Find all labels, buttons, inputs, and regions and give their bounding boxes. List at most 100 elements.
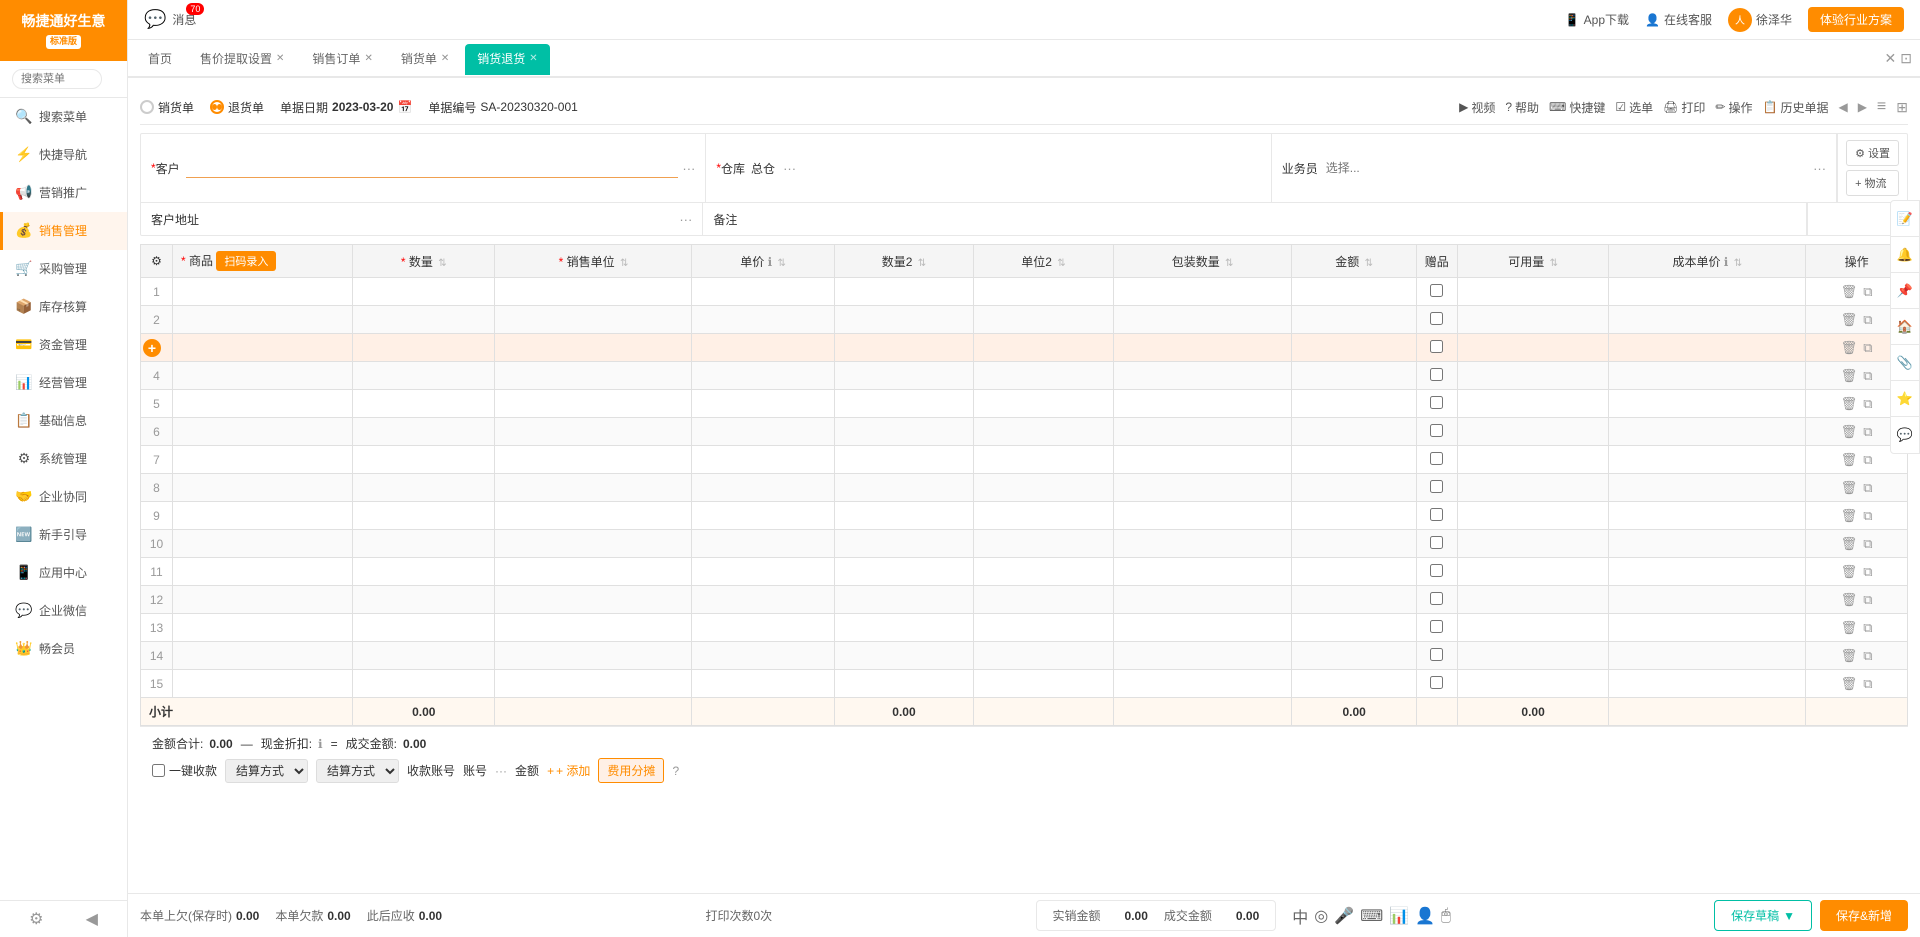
copy-row-btn[interactable]: ⧉ xyxy=(1863,424,1872,440)
qty2-cell[interactable] xyxy=(834,278,973,306)
delete-row-btn[interactable]: 🗑 xyxy=(1841,452,1858,468)
sidebar-item-sales[interactable]: 💰 销售管理 xyxy=(0,212,127,250)
warehouse-ellipsis-btn[interactable]: ··· xyxy=(783,161,796,176)
toolbar-help[interactable]: ? 帮助 xyxy=(1505,99,1539,116)
delete-row-btn[interactable]: 🗑 xyxy=(1841,564,1858,580)
delete-row-btn[interactable]: 🗑 xyxy=(1841,340,1858,356)
copy-row-btn[interactable]: ⧉ xyxy=(1863,312,1872,328)
sidebar-item-shortcut[interactable]: ⚡ 快捷导航 xyxy=(0,136,127,174)
delete-row-btn[interactable]: 🗑 xyxy=(1841,648,1858,664)
view-list-btn[interactable]: ≡ xyxy=(1877,98,1886,116)
settlement-method-select[interactable]: 结算方式 xyxy=(225,759,308,783)
experience-button[interactable]: 体验行业方案 xyxy=(1808,7,1904,32)
save-draft-btn[interactable]: 保存草稿 ▼ xyxy=(1714,900,1812,931)
sales-unit-cell[interactable] xyxy=(495,278,692,306)
radio-return-bill[interactable]: 退货单 xyxy=(210,99,264,116)
copy-row-btn[interactable]: ⧉ xyxy=(1863,648,1872,664)
tab-close-icon[interactable]: ✕ xyxy=(364,53,372,64)
delete-row-btn[interactable]: 🗑 xyxy=(1841,508,1858,524)
copy-row-btn[interactable]: ⧉ xyxy=(1863,620,1872,636)
delete-row-btn[interactable]: 🗑 xyxy=(1841,396,1858,412)
available-cell[interactable] xyxy=(1457,334,1609,362)
keyboard-icon[interactable]: ⌨ xyxy=(1360,906,1383,926)
tab-price-extract[interactable]: 售价提取设置 ✕ xyxy=(188,44,296,75)
available-cell[interactable] xyxy=(1457,306,1609,334)
delete-row-btn[interactable]: 🗑 xyxy=(1841,676,1858,692)
product-cell[interactable] xyxy=(173,306,353,334)
nav-next-btn[interactable]: ▶ xyxy=(1858,100,1867,114)
gift-cell[interactable] xyxy=(1416,306,1457,334)
unit2-cell[interactable] xyxy=(974,278,1113,306)
sidebar-item-marketing[interactable]: 📢 营销推广 xyxy=(0,174,127,212)
sidebar-item-wechat[interactable]: 💬 企业微信 xyxy=(0,592,127,630)
sidebar-item-apps[interactable]: 📱 应用中心 xyxy=(0,554,127,592)
sidebar-item-finance[interactable]: 💳 资金管理 xyxy=(0,326,127,364)
fee-info-icon[interactable]: ? xyxy=(672,764,679,778)
sidebar-item-guide[interactable]: 🆕 新手引导 xyxy=(0,516,127,554)
customer-ellipsis-btn[interactable]: ··· xyxy=(682,161,695,176)
nav-search-input[interactable] xyxy=(12,69,102,89)
amount-cell[interactable] xyxy=(1292,278,1416,306)
side-icon-pin[interactable]: 📌 xyxy=(1891,273,1919,309)
product-cell-active[interactable] xyxy=(173,334,353,362)
sales-unit-cell[interactable] xyxy=(495,334,692,362)
expand-tab-btn[interactable]: ⊡ xyxy=(1900,50,1912,67)
sidebar-collapse-btn[interactable]: ◀ xyxy=(86,909,98,929)
cursor-icon[interactable]: 🖱 xyxy=(1441,907,1451,925)
toolbar-video[interactable]: ▶ 视频 xyxy=(1459,99,1495,116)
pkg-qty-cell[interactable] xyxy=(1113,334,1292,362)
side-icon-star[interactable]: ⭐ xyxy=(1891,381,1919,417)
note-input[interactable] xyxy=(743,210,1796,228)
salesperson-input[interactable] xyxy=(1324,159,1809,177)
fee-split-btn[interactable]: 费用分摊 xyxy=(598,758,664,783)
tab-close-icon[interactable]: ✕ xyxy=(276,53,284,64)
copy-row-btn[interactable]: ⧉ xyxy=(1863,592,1872,608)
topbar-notification[interactable]: 💬 70 消息 xyxy=(144,9,196,30)
account-ellipsis[interactable]: ··· xyxy=(495,764,507,778)
amount-cell[interactable] xyxy=(1292,306,1416,334)
unit2-cell[interactable] xyxy=(974,306,1113,334)
sidebar-item-inventory[interactable]: 📦 库存核算 xyxy=(0,288,127,326)
nav-prev-btn[interactable]: ◀ xyxy=(1838,100,1847,114)
chart-icon[interactable]: 📊 xyxy=(1389,906,1409,926)
qty-cell[interactable] xyxy=(353,278,495,306)
app-download-item[interactable]: 📱 App下载 xyxy=(1565,11,1629,28)
view-grid-btn[interactable]: ⊞ xyxy=(1896,99,1908,116)
amount-cell[interactable] xyxy=(1292,334,1416,362)
tab-sales-return[interactable]: 销货退货 ✕ xyxy=(465,44,549,75)
copy-row-btn[interactable]: ⧉ xyxy=(1863,396,1872,412)
online-service-item[interactable]: 👤 在线客服 xyxy=(1645,11,1712,28)
input-method-icon[interactable]: 中 xyxy=(1292,904,1308,928)
side-icon-attach[interactable]: 📎 xyxy=(1891,345,1919,381)
delete-row-btn[interactable]: 🗑 xyxy=(1841,424,1858,440)
copy-row-btn[interactable]: ⧉ xyxy=(1863,368,1872,384)
logistics-btn[interactable]: + 物流 xyxy=(1846,170,1899,196)
user-icon[interactable]: 👤 xyxy=(1415,906,1435,926)
qty2-cell[interactable] xyxy=(834,334,973,362)
copy-row-btn[interactable]: ⧉ xyxy=(1863,676,1872,692)
sidebar-item-collab[interactable]: 🤝 企业协同 xyxy=(0,478,127,516)
product-input-active[interactable] xyxy=(179,340,346,355)
dropdown-arrow-icon[interactable]: ▼ xyxy=(1783,909,1795,923)
toolbar-shortcuts[interactable]: ⌨ 快捷键 xyxy=(1549,99,1605,116)
toolbar-operate[interactable]: ✏ 操作 xyxy=(1715,99,1752,116)
side-icon-home[interactable]: 🏠 xyxy=(1891,309,1919,345)
tab-close-icon[interactable]: ✕ xyxy=(529,53,537,64)
unit-price-cell[interactable] xyxy=(692,278,834,306)
delete-row-btn[interactable]: 🗑 xyxy=(1841,368,1858,384)
delete-row-btn[interactable]: 🗑 xyxy=(1841,592,1858,608)
gift-cell[interactable] xyxy=(1416,334,1457,362)
sidebar-item-basic-info[interactable]: 📋 基础信息 xyxy=(0,402,127,440)
cash-discount-info[interactable]: ℹ xyxy=(318,737,323,751)
calendar-icon[interactable]: 📅 xyxy=(397,100,412,114)
copy-row-btn[interactable]: ⧉ xyxy=(1863,536,1872,552)
available-cell[interactable] xyxy=(1457,278,1609,306)
customer-input[interactable] xyxy=(186,159,679,178)
radio-sales-bill[interactable]: 销货单 xyxy=(140,99,194,116)
toolbar-print[interactable]: 🖨 打印 xyxy=(1663,99,1705,116)
side-icon-notes[interactable]: 📝 xyxy=(1891,201,1919,237)
sidebar-item-system[interactable]: ⚙ 系统管理 xyxy=(0,440,127,478)
sidebar-item-purchase[interactable]: 🛒 采购管理 xyxy=(0,250,127,288)
cost-price-cell[interactable] xyxy=(1609,278,1806,306)
col-settings-header[interactable]: ⚙ xyxy=(141,245,173,278)
